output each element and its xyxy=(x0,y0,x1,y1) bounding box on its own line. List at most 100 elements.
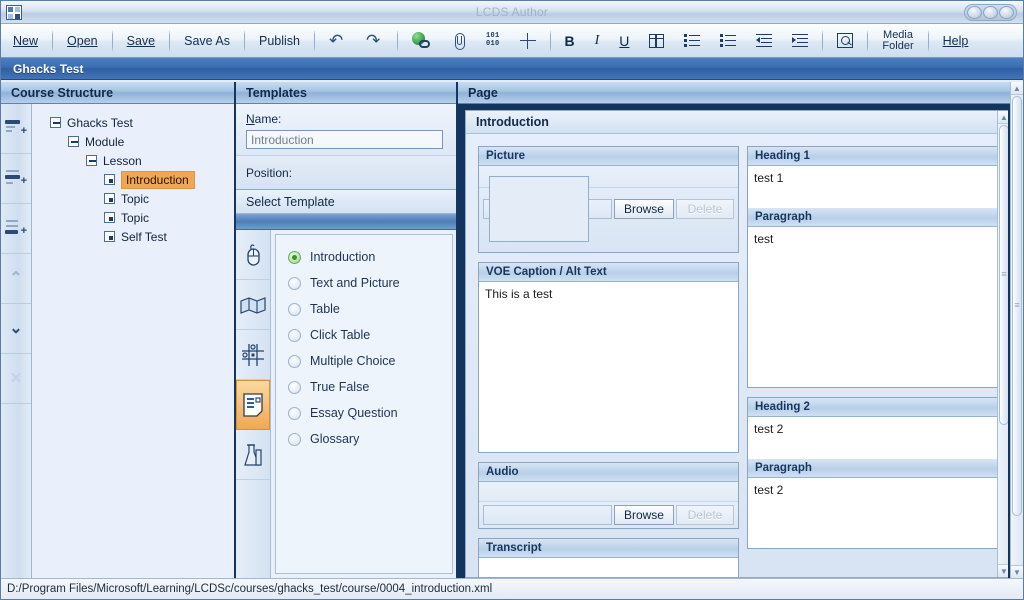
preview-button[interactable] xyxy=(827,26,863,56)
tree-node-lesson[interactable]: Lesson xyxy=(38,151,228,170)
radio-icon[interactable] xyxy=(288,406,301,420)
hyperlink-button[interactable] xyxy=(402,26,442,56)
radio-icon[interactable] xyxy=(288,354,301,368)
leaf-node-icon[interactable] xyxy=(104,193,115,204)
leaf-node-icon[interactable] xyxy=(104,174,115,185)
window-scrollbar[interactable]: ▲ ▼ xyxy=(1010,82,1023,578)
help-button[interactable]: Help xyxy=(933,26,979,56)
radio-selected-icon[interactable] xyxy=(288,250,301,264)
decrease-indent-icon xyxy=(756,33,773,48)
picture-group: Picture Browse Delete xyxy=(478,146,739,253)
tree-node-topic-2[interactable]: Topic xyxy=(38,208,228,227)
delete-button[interactable]: ✕ xyxy=(1,354,31,404)
save-button[interactable]: Save xyxy=(117,26,166,56)
paragraph-1-input[interactable]: test xyxy=(747,227,1001,251)
heading-1-input[interactable]: test 1 xyxy=(747,166,1001,190)
template-option-click-table[interactable]: Click Table xyxy=(288,322,452,348)
page-document-category[interactable] xyxy=(236,380,270,430)
template-option-true-false[interactable]: True False xyxy=(288,374,452,400)
picture-browse-button[interactable]: Browse xyxy=(613,198,674,219)
underline-button[interactable]: U xyxy=(609,26,639,56)
templates-title: Templates xyxy=(246,85,307,100)
decrease-indent-button[interactable] xyxy=(746,26,782,56)
binary-button[interactable]: 101 010 xyxy=(476,26,510,56)
binary-icon: 101 010 xyxy=(485,32,500,48)
paragraph-1-label: Paragraph xyxy=(747,208,1001,227)
template-option-multiple-choice[interactable]: Multiple Choice xyxy=(288,348,452,374)
tree-node-label: Module xyxy=(85,134,125,149)
move-down-button[interactable]: ⌄ xyxy=(1,304,31,354)
maximize-button[interactable] xyxy=(983,6,998,19)
tree-node-topic-1[interactable]: Topic xyxy=(38,189,228,208)
template-option-text-and-picture[interactable]: Text and Picture xyxy=(288,270,452,296)
template-option-label: Essay Question xyxy=(310,406,398,420)
redo-button[interactable]: ↷ xyxy=(356,26,393,56)
audio-path-input[interactable] xyxy=(483,505,612,525)
tree-node-introduction[interactable]: Introduction xyxy=(38,170,228,189)
add-module-button[interactable]: + xyxy=(1,104,31,154)
bold-icon: B xyxy=(564,32,575,49)
italic-button[interactable]: I xyxy=(585,26,610,56)
tree-node-module[interactable]: Module xyxy=(38,132,228,151)
bulleted-list-button[interactable] xyxy=(674,26,710,56)
document-tab[interactable]: Ghacks Test xyxy=(1,58,1023,80)
toolbar-separator xyxy=(396,29,398,52)
grid-game-category[interactable] xyxy=(236,330,270,380)
template-option-glossary[interactable]: Glossary xyxy=(288,426,452,452)
insert-marker-button[interactable] xyxy=(510,26,546,56)
radio-icon[interactable] xyxy=(288,432,301,446)
close-button[interactable] xyxy=(999,6,1014,19)
add-topic-button[interactable]: + xyxy=(1,204,31,254)
radio-icon[interactable] xyxy=(288,328,301,342)
expander-minus-icon[interactable] xyxy=(68,136,79,147)
tree-node-self-test[interactable]: Self Test xyxy=(38,227,228,246)
audio-body: Browse Delete xyxy=(479,482,738,528)
voe-caption-input[interactable]: This is a test xyxy=(479,282,738,306)
transcript-input[interactable] xyxy=(479,558,738,568)
window-scroll-down-icon[interactable]: ▼ xyxy=(1011,565,1023,578)
window-scroll-up-icon[interactable]: ▲ xyxy=(1011,82,1023,95)
add-lesson-button[interactable]: + xyxy=(1,154,31,204)
audio-browse-button[interactable]: Browse xyxy=(613,505,674,525)
radio-icon[interactable] xyxy=(288,276,301,290)
heading-2-input[interactable]: test 2 xyxy=(747,417,1001,441)
template-option-introduction[interactable]: Introduction xyxy=(288,244,452,270)
increase-indent-button[interactable] xyxy=(782,26,818,56)
insert-table-button[interactable] xyxy=(639,26,674,56)
tree-node-label: Lesson xyxy=(103,153,142,168)
radio-icon[interactable] xyxy=(288,302,301,316)
template-option-table[interactable]: Table xyxy=(288,296,452,322)
template-option-essay-question[interactable]: Essay Question xyxy=(288,400,452,426)
page-header-title: Page xyxy=(468,85,498,100)
leaf-node-icon[interactable] xyxy=(104,212,115,223)
template-name-input[interactable] xyxy=(246,130,443,149)
attachment-button[interactable] xyxy=(442,26,476,56)
page-title-text: Introduction xyxy=(476,115,549,129)
numbered-list-button[interactable] xyxy=(710,26,746,56)
voe-caption-heading-text: VOE Caption / Alt Text xyxy=(486,266,607,278)
window-scroll-thumb[interactable] xyxy=(1012,96,1022,516)
template-option-label: Click Table xyxy=(310,328,371,342)
paragraph-2-input[interactable]: test 2 xyxy=(747,478,1001,502)
interaction-mouse-category[interactable] xyxy=(236,230,270,280)
new-button[interactable]: New xyxy=(3,26,48,56)
save-as-button[interactable]: Save As xyxy=(174,26,240,56)
lab-flask-category[interactable] xyxy=(236,430,270,480)
main-toolbar: New Open Save Save As Publish ↶ ↷ 101 01… xyxy=(1,24,1023,58)
move-up-button[interactable]: ⌃ xyxy=(1,254,31,304)
picture-thumbnail[interactable] xyxy=(489,176,589,242)
bold-button[interactable]: B xyxy=(555,26,585,56)
publish-button[interactable]: Publish xyxy=(249,26,310,56)
expander-minus-icon[interactable] xyxy=(86,155,97,166)
media-filmstrip-category[interactable] xyxy=(236,280,270,330)
expander-minus-icon[interactable] xyxy=(50,117,61,128)
minimize-button[interactable] xyxy=(967,6,982,19)
binary-line-2: 010 xyxy=(485,39,500,48)
media-folder-button[interactable]: Media Folder xyxy=(872,26,923,56)
radio-icon[interactable] xyxy=(288,380,301,394)
undo-button[interactable]: ↶ xyxy=(319,26,356,56)
template-selector: Introduction Text and Picture Table Clic… xyxy=(236,230,456,578)
leaf-node-icon[interactable] xyxy=(104,231,115,242)
tree-node-course[interactable]: Ghacks Test xyxy=(38,113,228,132)
open-button[interactable]: Open xyxy=(57,26,108,56)
